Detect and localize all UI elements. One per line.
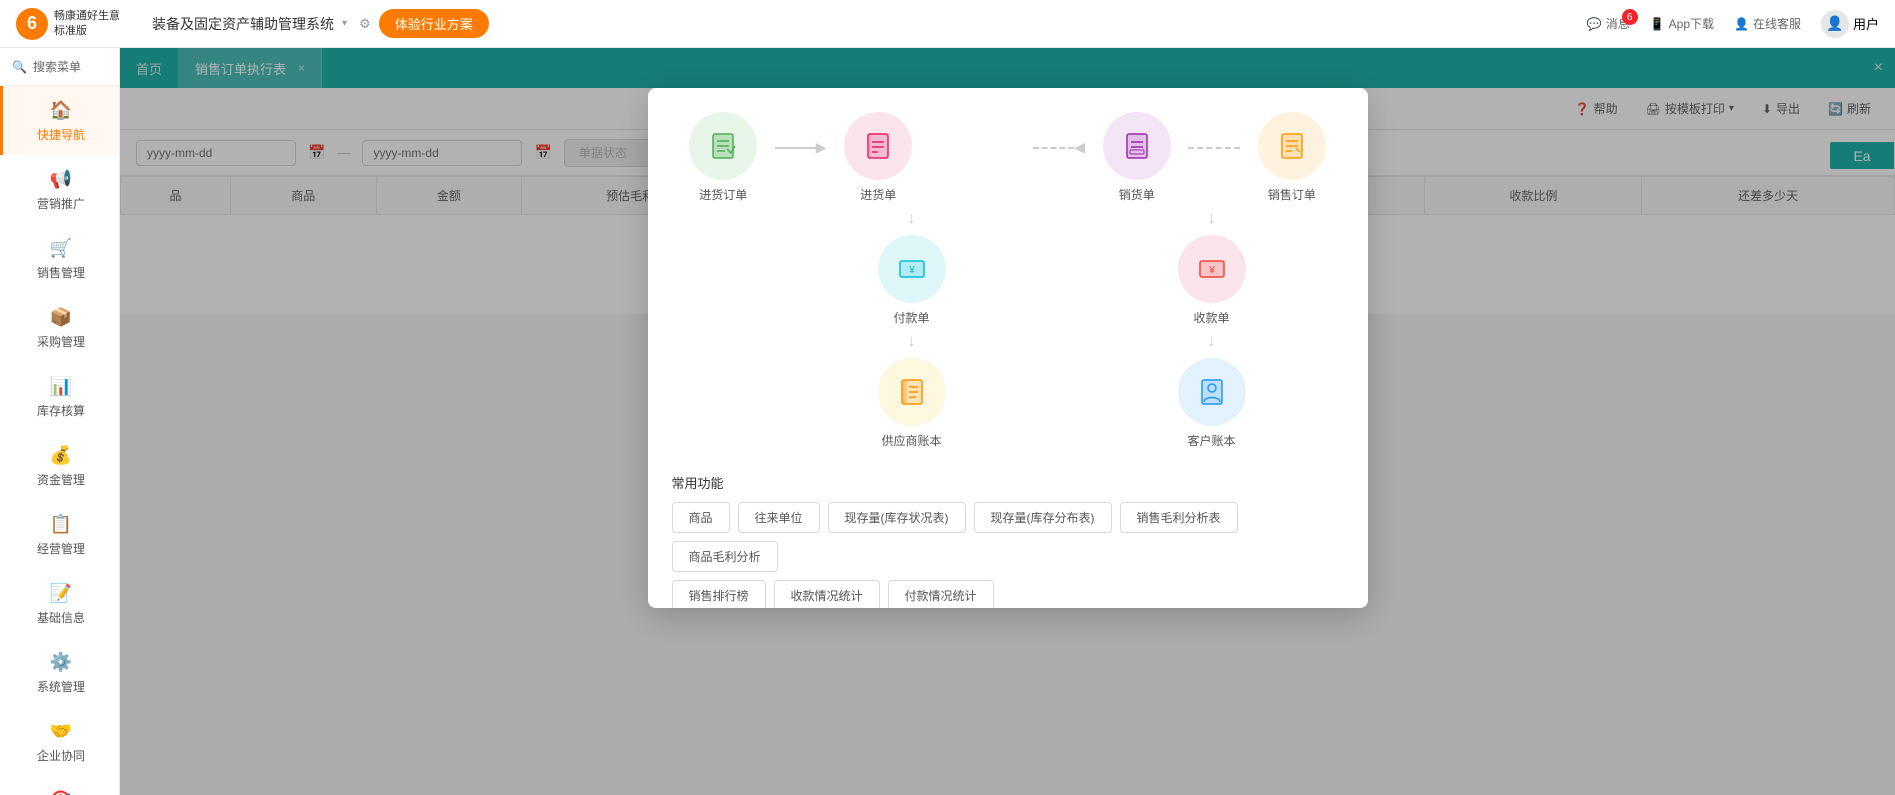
flow-row-arrows-2: ↓ ↓	[672, 330, 1344, 354]
customer-ledger-label: 客户账本	[1187, 432, 1235, 449]
flow-node-customer-ledger[interactable]: 客户账本	[1152, 358, 1272, 449]
func-btn-sale-rank[interactable]: 销售排行榜	[672, 580, 766, 608]
system-icon: ⚙️	[49, 650, 73, 674]
dropdown-arrow-icon[interactable]: ▾	[342, 18, 347, 29]
func-btn-counterparty[interactable]: 往来单位	[738, 502, 820, 533]
func-btn-payment-stats[interactable]: 付款情况统计	[888, 580, 994, 608]
main-layout: 🔍 搜索菜单 🏠 快捷导航 📢 营销推广 🛒 销售管理 📦 采购管理 📊	[0, 48, 1895, 795]
service-icon: 👤	[1734, 17, 1749, 31]
finance-icon: 💰	[49, 443, 73, 467]
sidebar: 🔍 搜索菜单 🏠 快捷导航 📢 营销推广 🛒 销售管理 📦 采购管理 📊	[0, 48, 120, 795]
sidebar-item-operations[interactable]: 📋 经营管理	[0, 500, 119, 569]
arrow-down-customer: ↓	[1152, 330, 1272, 354]
search-icon: 🔍	[12, 60, 27, 74]
app-download-button[interactable]: 📱 App下载	[1650, 15, 1714, 32]
arrow-down-payment: ↓	[852, 207, 972, 231]
basics-icon: 📝	[49, 581, 73, 605]
arrow-down-supplier: ↓	[852, 330, 972, 354]
logo-icon: 6	[16, 8, 48, 40]
supplier-ledger-label: 供应商账本	[881, 432, 941, 449]
flow-row-arrows: ↓ ↓	[672, 207, 1344, 231]
flow-node-receipt[interactable]: ¥ 收款单	[1152, 235, 1272, 326]
payment-circle[interactable]: ¥	[878, 235, 946, 303]
flow-node-supplier-ledger[interactable]: 供应商账本	[852, 358, 972, 449]
sidebar-item-purchase[interactable]: 📦 采购管理	[0, 293, 119, 362]
modal-box: 进货订单 ▶	[648, 88, 1368, 608]
sale-bill-circle[interactable]	[1103, 112, 1171, 180]
sidebar-item-basics[interactable]: 📝 基础信息	[0, 569, 119, 638]
sale-bill-label: 销货单	[1119, 186, 1155, 203]
purchase-order-circle[interactable]	[689, 112, 757, 180]
user-info[interactable]: 👤 用户	[1821, 10, 1879, 38]
system-title-area: 装备及固定资产辅助管理系统 ▾ ⚙ 体验行业方案	[136, 9, 1587, 38]
func-btn-stock-dist[interactable]: 现存量(库存分布表)	[974, 502, 1112, 533]
flow-node-sale-bill[interactable]: 销货单	[1085, 112, 1188, 203]
header-right: 💬 消息 6 📱 App下载 👤 在线客服 👤 用户	[1587, 10, 1879, 38]
flow-node-payment[interactable]: ¥ 付款单	[852, 235, 972, 326]
content-area: 首页 销售订单执行表 × × ❓ 帮助 🖨 按模板打印 ▾	[120, 48, 1895, 795]
message-button[interactable]: 💬 消息 6	[1587, 15, 1630, 32]
online-service-button[interactable]: 👤 在线客服	[1734, 15, 1801, 32]
arrow-down-receipt: ↓	[1152, 207, 1272, 231]
avatar: 👤	[1821, 10, 1849, 38]
sidebar-item-sales[interactable]: 🛒 销售管理	[0, 224, 119, 293]
operations-icon: 📋	[49, 512, 73, 536]
function-buttons-row1: 商品 往来单位 现存量(库存状况表) 现存量(库存分布表) 销售毛利分析表 商品…	[672, 502, 1344, 572]
system-title: 装备及固定资产辅助管理系统	[152, 14, 334, 34]
sidebar-search[interactable]: 🔍 搜索菜单	[0, 48, 119, 86]
func-btn-product[interactable]: 商品	[672, 502, 730, 533]
sales-icon: 🛒	[49, 236, 73, 260]
inventory-icon: 📊	[49, 374, 73, 398]
func-btn-stock-status[interactable]: 现存量(库存状况表)	[828, 502, 966, 533]
message-badge: 6	[1622, 9, 1638, 25]
sale-order-circle[interactable]	[1258, 112, 1326, 180]
sidebar-item-marketing[interactable]: 📢 营销推广	[0, 155, 119, 224]
flow-node-purchase-bill[interactable]: 进货单	[827, 112, 930, 203]
purchase-order-label: 进货订单	[699, 186, 747, 203]
svg-text:¥: ¥	[908, 265, 915, 276]
sidebar-item-inventory[interactable]: 📊 库存核算	[0, 362, 119, 431]
home-icon: 🏠	[49, 98, 73, 122]
purchase-bill-circle[interactable]	[844, 112, 912, 180]
flow-row-3: 供应商账本	[672, 358, 1344, 449]
customer-ledger-circle[interactable]	[1178, 358, 1246, 426]
flow-row-2: ¥ 付款单 ¥	[672, 235, 1344, 326]
top-header: 6 畅康通好生意 标准版 装备及固定资产辅助管理系统 ▾ ⚙ 体验行业方案 💬 …	[0, 0, 1895, 48]
sidebar-item-system[interactable]: ⚙️ 系统管理	[0, 638, 119, 707]
logo-area: 6 畅康通好生意 标准版	[16, 8, 136, 40]
receipt-circle[interactable]: ¥	[1178, 235, 1246, 303]
sidebar-item-quick-nav[interactable]: 🏠 快捷导航	[0, 86, 119, 155]
experience-button[interactable]: 体验行业方案	[379, 9, 489, 38]
common-title: 常用功能	[672, 473, 1344, 492]
logo-text: 畅康通好生意 标准版	[54, 9, 120, 38]
sidebar-item-finance[interactable]: 💰 资金管理	[0, 431, 119, 500]
sale-order-label: 销售订单	[1268, 186, 1316, 203]
sidebar-menu: 🏠 快捷导航 📢 营销推广 🛒 销售管理 📦 采购管理 📊 库存核算 💰	[0, 86, 119, 795]
common-functions: 常用功能 商品 往来单位 现存量(库存状况表) 现存量(库存分布表) 销售毛利分…	[672, 473, 1344, 608]
function-buttons-row2: 销售排行榜 收款情况统计 付款情况统计	[672, 580, 1344, 608]
func-btn-receipt-stats[interactable]: 收款情况统计	[774, 580, 880, 608]
download-icon: 📱	[1650, 17, 1665, 31]
settings-icon[interactable]: ⚙	[359, 16, 371, 32]
svg-text:¥: ¥	[1208, 265, 1215, 276]
func-btn-sale-gross[interactable]: 销售毛利分析表	[1120, 502, 1238, 533]
flow-diagram: 进货订单 ▶	[672, 112, 1344, 457]
payment-label: 付款单	[893, 309, 929, 326]
purchase-icon: 📦	[49, 305, 73, 329]
marketing-icon: 📢	[49, 167, 73, 191]
enterprise-icon: 🤝	[49, 719, 73, 743]
sidebar-item-enterprise[interactable]: 🤝 企业协同	[0, 707, 119, 776]
flow-node-purchase-order[interactable]: 进货订单	[672, 112, 775, 203]
supplier-ledger-circle[interactable]	[878, 358, 946, 426]
modal-overlay[interactable]: 进货订单 ▶	[120, 48, 1895, 795]
purchase-bill-label: 进货单	[860, 186, 896, 203]
flow-row-1: 进货订单 ▶	[672, 112, 1344, 203]
func-btn-product-gross[interactable]: 商品毛利分析	[672, 541, 778, 572]
flow-node-sale-order[interactable]: 销售订单	[1240, 112, 1343, 203]
message-icon: 💬	[1587, 17, 1602, 31]
receipt-label: 收款单	[1193, 309, 1229, 326]
newbie-icon: 🎯	[49, 788, 73, 795]
sidebar-item-newbie[interactable]: 🎯 新手引导	[0, 776, 119, 795]
